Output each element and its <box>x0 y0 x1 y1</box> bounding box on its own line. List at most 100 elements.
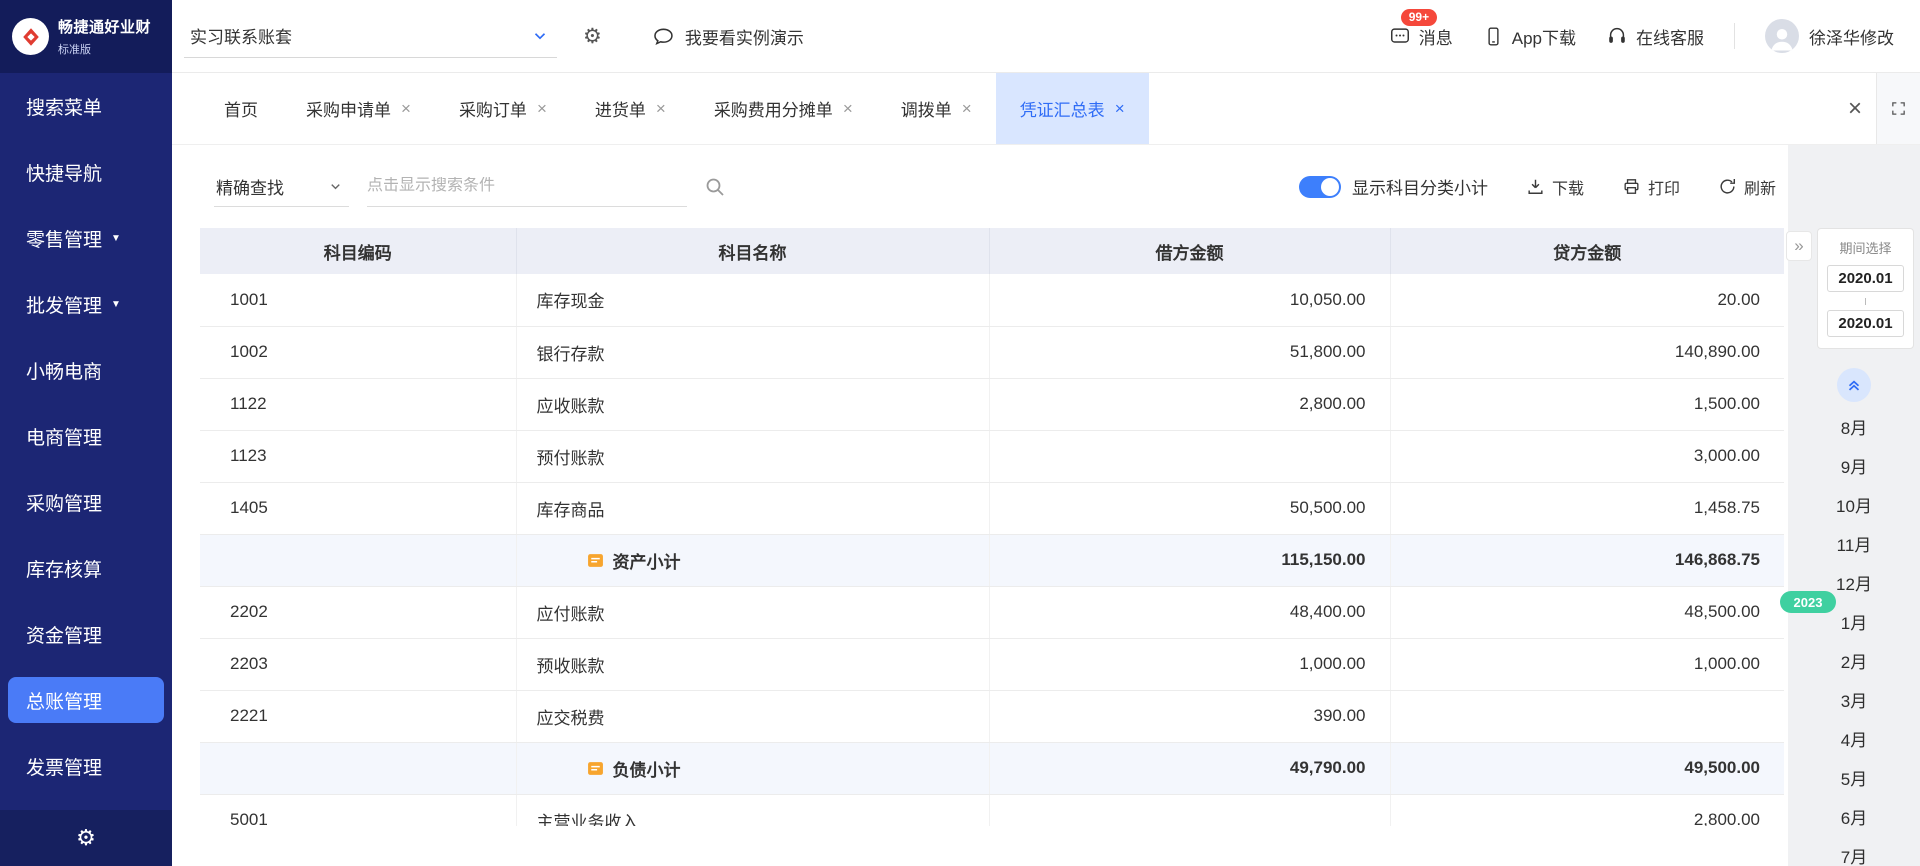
sidebar-item-5[interactable]: 小畅电商 <box>0 337 172 403</box>
demo-link[interactable]: 我要看实例演示 <box>652 24 804 49</box>
sidebar-item-6[interactable]: 电商管理 <box>0 403 172 469</box>
table-row[interactable]: 2221 应交税费 390.00 <box>200 690 1784 743</box>
cell-debit: 48,400.00 <box>989 586 1391 639</box>
headset-icon <box>1606 25 1628 47</box>
table-row[interactable]: 1001 库存现金 10,050.00 20.00 <box>200 274 1784 327</box>
brand-logo-icon <box>12 18 49 55</box>
double-chevron-up-icon <box>1848 380 1860 391</box>
sidebar-item-7[interactable]: 采购管理 <box>0 469 172 535</box>
phone-icon <box>1483 26 1504 47</box>
tab-5[interactable]: 采购费用分摊单 × <box>690 73 877 144</box>
cell-debit: 390.00 <box>989 690 1391 743</box>
refresh-button[interactable]: 刷新 <box>1718 175 1776 199</box>
period-from[interactable]: 2020.01 <box>1827 265 1904 292</box>
table-row[interactable]: 1123 预付账款 3,000.00 <box>200 430 1784 483</box>
subtotal-row[interactable]: 负债小计 49,790.00 49,500.00 <box>200 742 1784 795</box>
search-input[interactable] <box>367 177 687 195</box>
table-row[interactable]: 2202 应付账款 48,400.00 48,500.00 <box>200 586 1784 639</box>
brand-name: 畅捷通好业财 <box>58 19 152 36</box>
month-item-1[interactable]: 8月 <box>1788 407 1920 446</box>
sidebar-item-9[interactable]: 资金管理 <box>0 601 172 667</box>
cell-debit <box>989 794 1391 826</box>
scroll-up-button[interactable] <box>1837 368 1871 402</box>
cell-code <box>200 534 517 587</box>
tab-6[interactable]: 调拨单 × <box>877 73 996 144</box>
month-item-8[interactable]: 3月 <box>1788 680 1920 719</box>
search-icon[interactable] <box>703 175 727 199</box>
table-row[interactable]: 2203 预收账款 1,000.00 1,000.00 <box>200 638 1784 691</box>
user-menu[interactable]: 徐泽华修改 <box>1765 19 1894 53</box>
sidebar-menu: 搜索菜单 快捷导航 零售管理 ▼ 批发管理 ▼ 小畅电商电商管理采购管理 库存核算资金管理总账… <box>0 73 172 810</box>
month-item-9[interactable]: 4月 <box>1788 719 1920 758</box>
download-button[interactable]: 下载 <box>1526 175 1584 199</box>
tab-label: 凭证汇总表 <box>1019 101 1105 120</box>
chevron-down-icon: ▼ <box>111 232 121 244</box>
settings-gear-icon[interactable]: ⚙ <box>76 827 96 849</box>
tab-label: 调拨单 <box>900 101 952 120</box>
sidebar-item-label: 电商管理 <box>26 427 103 449</box>
cell-credit: 146,868.75 <box>1390 534 1784 587</box>
cell-debit: 49,790.00 <box>989 742 1391 795</box>
column-header-2: 科目名称 <box>516 228 990 274</box>
app-download-button[interactable]: App下载 <box>1483 24 1576 49</box>
tab-3[interactable]: 采购订单 × <box>435 73 571 144</box>
sidebar-footer: ⚙ <box>0 810 172 866</box>
close-all-tabs-icon[interactable]: × <box>1834 95 1876 123</box>
period-to[interactable]: 2020.01 <box>1827 310 1904 337</box>
cell-credit: 1,458.75 <box>1390 482 1784 535</box>
table-row[interactable]: 1122 应收账款 2,800.00 1,500.00 <box>200 378 1784 431</box>
table-row[interactable]: 5001 主营业务收入 2,800.00 <box>200 794 1784 826</box>
cell-credit: 2,800.00 <box>1390 794 1784 826</box>
cell-name: 库存现金 <box>516 274 990 327</box>
chevron-down-icon <box>328 179 343 194</box>
tab-close-icon[interactable]: × <box>537 100 547 117</box>
month-item-3[interactable]: 10月 <box>1788 485 1920 524</box>
month-item-10[interactable]: 5月 <box>1788 758 1920 797</box>
chevron-down-icon: ▼ <box>111 298 121 310</box>
table-body: 1001 库存现金 10,050.00 20.00 1002 银行存款 51,800.00 1… <box>200 274 1784 826</box>
cell-name: 库存商品 <box>516 482 990 535</box>
tab-4[interactable]: 进货单 × <box>571 73 690 144</box>
tab-close-icon[interactable]: × <box>656 100 666 117</box>
cell-name: 应收账款 <box>516 378 990 431</box>
search-mode-select[interactable]: 精确查找 <box>214 167 349 207</box>
tab-close-icon[interactable]: × <box>1115 100 1125 117</box>
sidebar-item-2[interactable]: 快捷导航 <box>0 139 172 205</box>
month-item-2[interactable]: 9月 <box>1788 446 1920 485</box>
collapse-panel-icon[interactable]: » <box>1786 231 1812 261</box>
subtotal-text: 负债小计 <box>612 760 681 780</box>
cell-credit: 20.00 <box>1390 274 1784 327</box>
table-row[interactable]: 1405 库存商品 50,500.00 1,458.75 <box>200 482 1784 535</box>
account-set-select[interactable]: 实习联系账套 <box>184 14 557 58</box>
brand-edition: 标准版 <box>58 44 91 56</box>
subtotal-row[interactable]: 资产小计 115,150.00 146,868.75 <box>200 534 1784 587</box>
search-condition-field[interactable] <box>367 167 687 207</box>
tab-close-icon[interactable]: × <box>843 100 853 117</box>
cell-code: 1123 <box>200 430 517 483</box>
sidebar-item-11[interactable]: 发票管理 <box>0 733 172 799</box>
tab-2[interactable]: 采购申请单 × <box>282 73 435 144</box>
sidebar-item-3[interactable]: 零售管理 ▼ <box>0 205 172 271</box>
subtotal-toggle[interactable] <box>1298 175 1341 198</box>
print-button[interactable]: 打印 <box>1622 175 1680 199</box>
month-item-12[interactable]: 7月 <box>1788 836 1920 866</box>
cell-code <box>200 742 517 795</box>
toolbar: 精确查找 显示科目分类小计 <box>172 145 1788 228</box>
online-service-button[interactable]: 在线客服 <box>1606 24 1704 49</box>
table-row[interactable]: 1002 银行存款 51,800.00 140,890.00 <box>200 326 1784 379</box>
month-item-11[interactable]: 6月 <box>1788 797 1920 836</box>
fullscreen-button[interactable] <box>1876 73 1920 144</box>
tab-1[interactable]: 首页 <box>200 73 282 144</box>
sidebar-item-10[interactable]: 总账管理 <box>0 667 172 733</box>
month-item-7[interactable]: 2月 <box>1788 641 1920 680</box>
workspace-gear-icon[interactable]: ⚙ <box>583 26 602 47</box>
tab-7[interactable]: 凭证汇总表 × <box>995 73 1149 144</box>
messages-button[interactable]: 99+ 消息 <box>1389 8 1453 49</box>
sidebar-item-4[interactable]: 批发管理 ▼ <box>0 271 172 337</box>
tab-close-icon[interactable]: × <box>401 100 411 117</box>
month-item-4[interactable]: 11月 <box>1788 524 1920 563</box>
sidebar-item-8[interactable]: 库存核算 <box>0 535 172 601</box>
sidebar-item-1[interactable]: 搜索菜单 <box>0 73 172 139</box>
tab-close-icon[interactable]: × <box>962 100 972 117</box>
sidebar-item-label: 资金管理 <box>26 625 103 647</box>
